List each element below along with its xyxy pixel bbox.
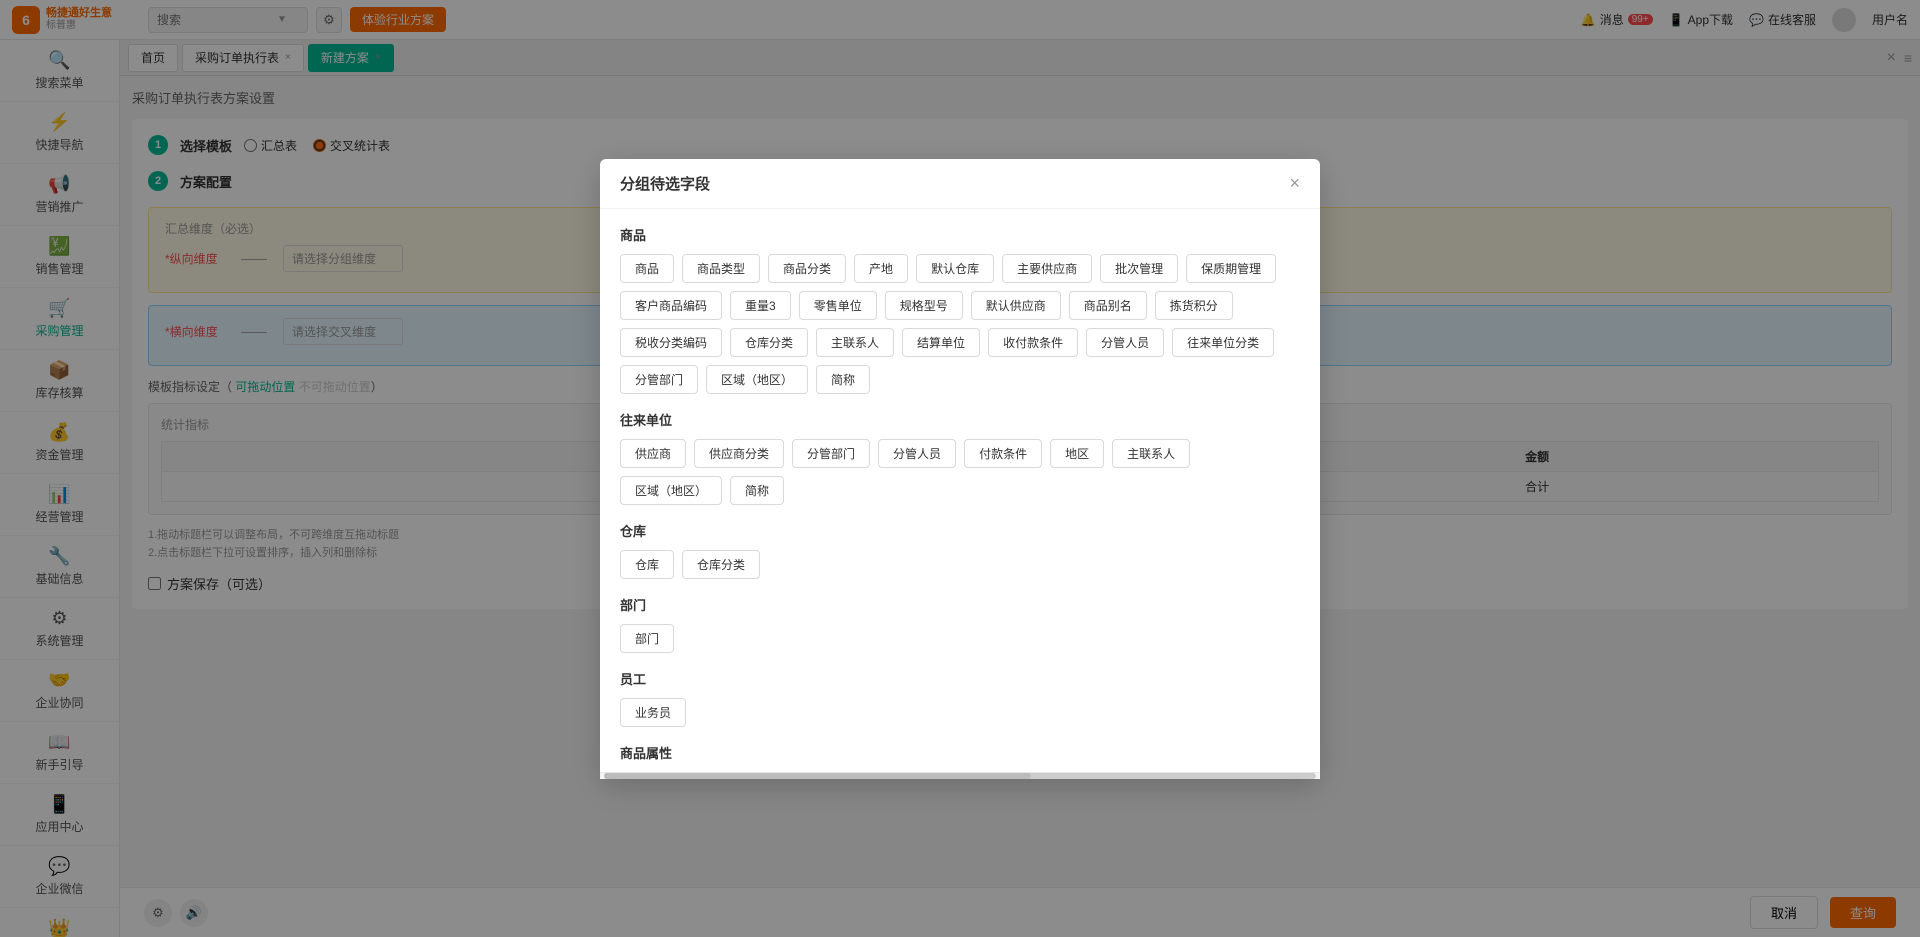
field-section-department-title: 部门 — [620, 595, 1300, 614]
modal-close-button[interactable]: × — [1289, 173, 1300, 194]
field-tag[interactable]: 简称 — [816, 365, 870, 394]
field-section-department: 部门 部门 — [620, 595, 1300, 653]
field-tag[interactable]: 商品 — [620, 254, 674, 283]
field-tag[interactable]: 商品类型 — [682, 254, 760, 283]
field-grid-product: 商品 商品类型 商品分类 产地 默认仓库 主要供应商 批次管理 保质期管理 客户… — [620, 254, 1300, 394]
field-tag[interactable]: 分管人员 — [878, 439, 956, 468]
field-tag[interactable]: 重量3 — [730, 291, 791, 320]
field-tag[interactable]: 主联系人 — [1112, 439, 1190, 468]
field-tag[interactable]: 地区 — [1050, 439, 1104, 468]
field-tag[interactable]: 默认供应商 — [971, 291, 1061, 320]
field-tag[interactable]: 保质期管理 — [1186, 254, 1276, 283]
field-tag[interactable]: 分管部门 — [792, 439, 870, 468]
field-tag[interactable]: 简称 — [730, 476, 784, 505]
field-tag[interactable]: 分管部门 — [620, 365, 698, 394]
field-tag[interactable]: 供应商 — [620, 439, 686, 468]
field-tag[interactable]: 主联系人 — [816, 328, 894, 357]
field-section-product: 商品 商品 商品类型 商品分类 产地 默认仓库 主要供应商 批次管理 保质期管理… — [620, 225, 1300, 394]
field-section-warehouse: 仓库 仓库 仓库分类 — [620, 521, 1300, 579]
field-tag[interactable]: 仓库分类 — [682, 550, 760, 579]
field-tag[interactable]: 仓库 — [620, 550, 674, 579]
field-tag[interactable]: 区域（地区） — [706, 365, 808, 394]
field-section-product-title: 商品 — [620, 225, 1300, 244]
modal-scrollbar-area — [600, 772, 1320, 779]
modal-header: 分组待选字段 × — [600, 159, 1320, 209]
field-tag[interactable]: 税收分类编码 — [620, 328, 722, 357]
modal-body: 商品 商品 商品类型 商品分类 产地 默认仓库 主要供应商 批次管理 保质期管理… — [600, 209, 1320, 772]
field-tag[interactable]: 仓库分类 — [730, 328, 808, 357]
field-tag[interactable]: 供应商分类 — [694, 439, 784, 468]
field-tag[interactable]: 规格型号 — [885, 291, 963, 320]
field-tag[interactable]: 批次管理 — [1100, 254, 1178, 283]
field-tag[interactable]: 产地 — [854, 254, 908, 283]
modal-scrollbar[interactable] — [604, 773, 1316, 779]
field-tag[interactable]: 主要供应商 — [1002, 254, 1092, 283]
field-grid-department: 部门 — [620, 624, 1300, 653]
field-select-modal: 分组待选字段 × 商品 商品 商品类型 商品分类 产地 默认仓库 主要供应商 批… — [600, 159, 1320, 779]
field-tag[interactable]: 商品别名 — [1069, 291, 1147, 320]
field-tag[interactable]: 收付款条件 — [988, 328, 1078, 357]
field-grid-warehouse: 仓库 仓库分类 — [620, 550, 1300, 579]
modal-title: 分组待选字段 — [620, 173, 710, 194]
field-section-product-attr: 商品属性 属性 颜色 多规格 尺码 鞋码 1 — [620, 743, 1300, 772]
field-section-employee: 员工 业务员 — [620, 669, 1300, 727]
modal-overlay[interactable]: 分组待选字段 × 商品 商品 商品类型 商品分类 产地 默认仓库 主要供应商 批… — [0, 0, 1920, 937]
field-tag[interactable]: 默认仓库 — [916, 254, 994, 283]
field-section-partner: 往来单位 供应商 供应商分类 分管部门 分管人员 付款条件 地区 主联系人 区域… — [620, 410, 1300, 505]
field-tag[interactable]: 分管人员 — [1086, 328, 1164, 357]
modal-scrollbar-thumb — [604, 773, 1031, 779]
field-tag[interactable]: 往来单位分类 — [1172, 328, 1274, 357]
field-section-warehouse-title: 仓库 — [620, 521, 1300, 540]
field-tag[interactable]: 部门 — [620, 624, 674, 653]
field-section-partner-title: 往来单位 — [620, 410, 1300, 429]
field-tag[interactable]: 客户商品编码 — [620, 291, 722, 320]
field-grid-employee: 业务员 — [620, 698, 1300, 727]
field-tag[interactable]: 业务员 — [620, 698, 686, 727]
field-section-product-attr-title: 商品属性 — [620, 743, 1300, 762]
field-tag[interactable]: 商品分类 — [768, 254, 846, 283]
field-section-employee-title: 员工 — [620, 669, 1300, 688]
field-tag[interactable]: 付款条件 — [964, 439, 1042, 468]
field-tag[interactable]: 零售单位 — [799, 291, 877, 320]
field-tag[interactable]: 拣货积分 — [1155, 291, 1233, 320]
field-grid-partner: 供应商 供应商分类 分管部门 分管人员 付款条件 地区 主联系人 区域（地区） … — [620, 439, 1300, 505]
field-tag[interactable]: 区域（地区） — [620, 476, 722, 505]
field-tag[interactable]: 结算单位 — [902, 328, 980, 357]
